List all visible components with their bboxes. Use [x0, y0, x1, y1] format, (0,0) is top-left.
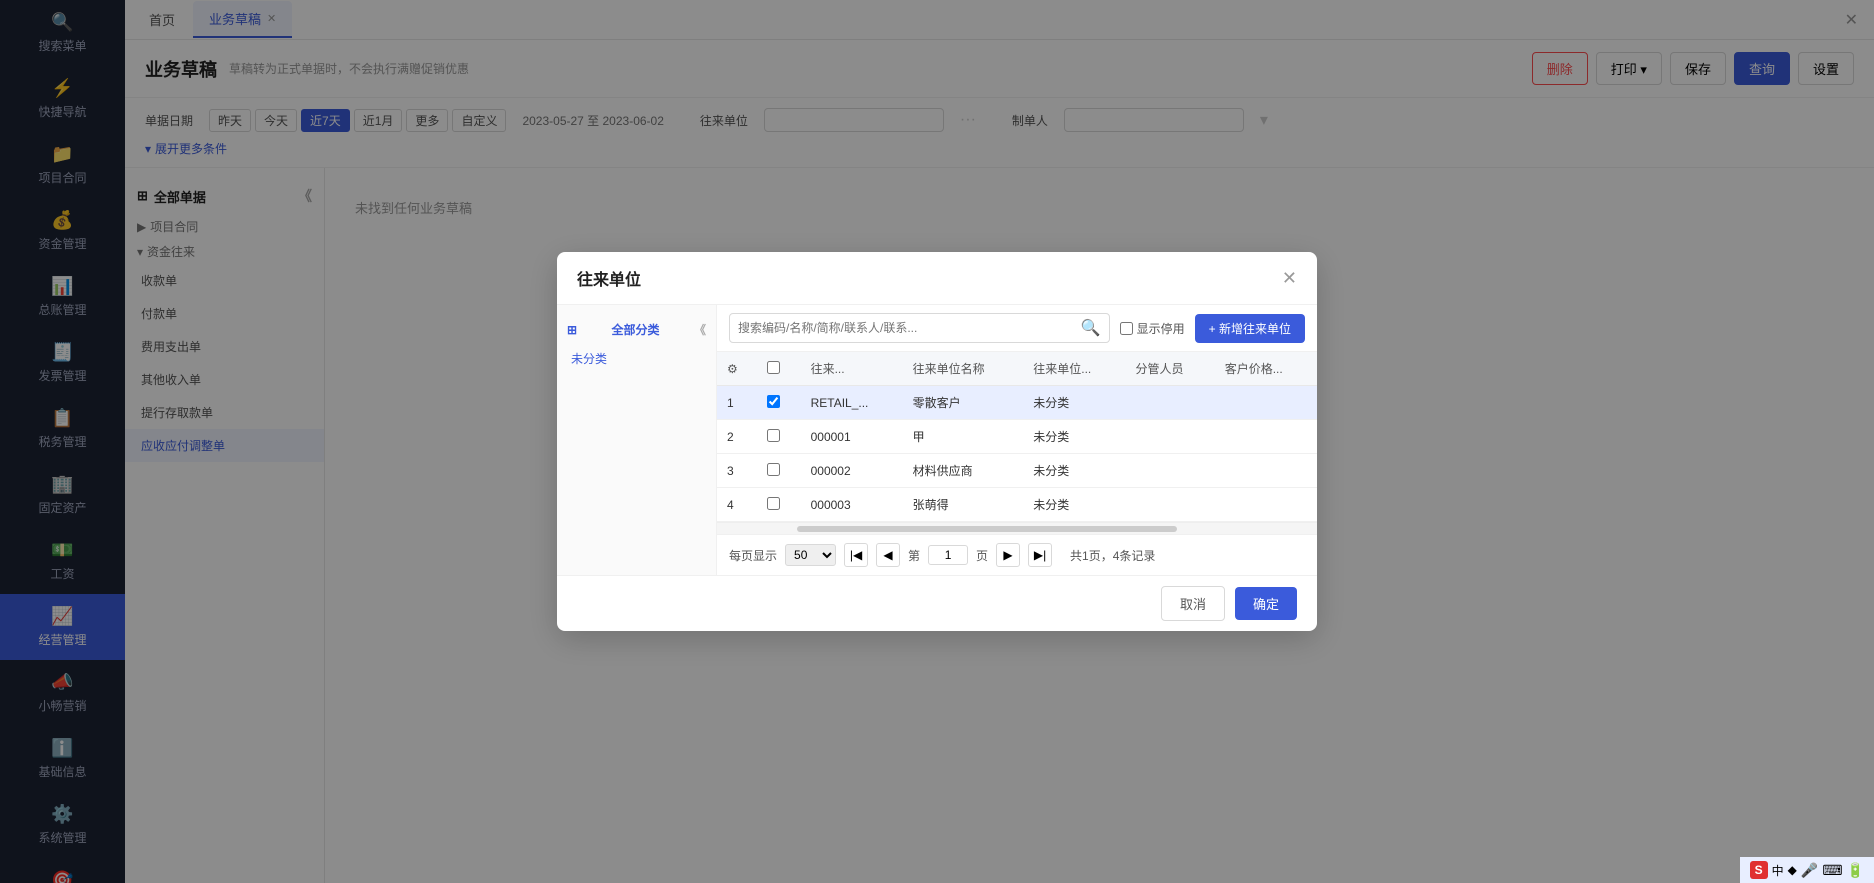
dialog-toolbar: 🔍 显示停用 + 新增往来单位	[717, 305, 1317, 352]
next-page-btn[interactable]: ▶	[996, 543, 1020, 567]
scrollbar-thumb[interactable]	[797, 526, 1177, 532]
show-disabled-label: 显示停用	[1120, 320, 1185, 337]
row-check[interactable]	[757, 386, 800, 420]
col-settings: ⚙	[717, 352, 757, 386]
status-bar: S 中 ◆ 🎤 ⌨ 🔋	[1740, 857, 1874, 883]
overlay: 往来单位 ✕ ⊞ 全部分类 《 未分类 🔍	[0, 0, 1874, 883]
row-manager	[1126, 454, 1215, 488]
row-code: 000003	[801, 488, 903, 522]
row-category: 未分类	[1023, 420, 1125, 454]
last-page-btn[interactable]: ▶|	[1028, 543, 1052, 567]
show-disabled-text: 显示停用	[1137, 320, 1185, 337]
per-page-label: 每页显示	[729, 547, 777, 564]
prev-page-btn[interactable]: ◀	[876, 543, 900, 567]
row-check[interactable]	[757, 488, 800, 522]
dialog-sidebar: ⊞ 全部分类 《 未分类	[557, 305, 717, 575]
dialog-header: 往来单位 ✕	[557, 252, 1317, 305]
row-category: 未分类	[1023, 454, 1125, 488]
dialog-sidebar-header: ⊞ 全部分类 《	[557, 315, 716, 344]
first-page-btn[interactable]: |◀	[844, 543, 868, 567]
row-num: 3	[717, 454, 757, 488]
page-number-input[interactable]: 1	[928, 545, 968, 565]
confirm-button[interactable]: 确定	[1235, 587, 1297, 620]
col-name: 往来单位名称	[903, 352, 1024, 386]
row-manager	[1126, 488, 1215, 522]
col-category: 往来单位...	[1023, 352, 1125, 386]
search-box: 🔍	[729, 313, 1110, 343]
col-manager: 分管人员	[1126, 352, 1215, 386]
row-price	[1215, 420, 1317, 454]
show-disabled-checkbox[interactable]	[1120, 322, 1133, 335]
row-name: 张萌得	[903, 488, 1024, 522]
dialog-main: 🔍 显示停用 + 新增往来单位 ⚙	[717, 305, 1317, 575]
row-manager	[1126, 420, 1215, 454]
total-records: 共1页，4条记录	[1070, 547, 1155, 564]
row-check[interactable]	[757, 420, 800, 454]
row-category: 未分类	[1023, 386, 1125, 420]
col-price: 客户价格...	[1215, 352, 1317, 386]
row-price	[1215, 386, 1317, 420]
scrollbar-area	[717, 522, 1317, 534]
dialog-sidebar-unclassified[interactable]: 未分类	[557, 344, 716, 373]
mic-icon[interactable]: 🎤	[1801, 862, 1818, 879]
table-row[interactable]: 1 RETAIL_... 零散客户 未分类	[717, 386, 1317, 420]
party-table: ⚙ 往来... 往来单位名称 往来单位... 分管人员 客户价格... 1	[717, 352, 1317, 522]
table-row[interactable]: 2 000001 甲 未分类	[717, 420, 1317, 454]
row-name: 材料供应商	[903, 454, 1024, 488]
cancel-button[interactable]: 取消	[1161, 586, 1225, 621]
keyboard-icon[interactable]: ⌨	[1822, 862, 1842, 879]
row-name: 零散客户	[903, 386, 1024, 420]
dialog-party: 往来单位 ✕ ⊞ 全部分类 《 未分类 🔍	[557, 252, 1317, 631]
row-category: 未分类	[1023, 488, 1125, 522]
row-check[interactable]	[757, 454, 800, 488]
brand-icon: S	[1750, 861, 1768, 879]
diamond-icon: ◆	[1788, 863, 1797, 877]
row-name: 甲	[903, 420, 1024, 454]
col-code: 往来...	[801, 352, 903, 386]
row-num: 4	[717, 488, 757, 522]
search-icon: 🔍	[1081, 318, 1101, 338]
select-all-checkbox[interactable]	[767, 361, 780, 374]
row-manager	[1126, 386, 1215, 420]
per-page-select[interactable]: 50 100 200	[785, 544, 836, 566]
search-input[interactable]	[738, 321, 1075, 335]
row-num: 2	[717, 420, 757, 454]
dialog-body: ⊞ 全部分类 《 未分类 🔍 显示停用	[557, 305, 1317, 575]
dialog-pagination: 每页显示 50 100 200 |◀ ◀ 第 1 页 ▶ ▶| 共1页，4条记录	[717, 534, 1317, 575]
row-price	[1215, 488, 1317, 522]
dialog-table: ⚙ 往来... 往来单位名称 往来单位... 分管人员 客户价格... 1	[717, 352, 1317, 522]
table-row[interactable]: 3 000002 材料供应商 未分类	[717, 454, 1317, 488]
page-go-label: 第	[908, 547, 920, 564]
row-price	[1215, 454, 1317, 488]
page-label: 页	[976, 547, 988, 564]
dialog-footer: 取消 确定	[557, 575, 1317, 631]
row-code: 000001	[801, 420, 903, 454]
row-code: 000002	[801, 454, 903, 488]
row-num: 1	[717, 386, 757, 420]
add-party-button[interactable]: + 新增往来单位	[1195, 314, 1305, 343]
dialog-close-icon[interactable]: ✕	[1282, 268, 1297, 289]
grid-icon-small: ⊞	[567, 323, 577, 337]
settings-icon[interactable]: ⚙	[727, 362, 738, 376]
collapse-dialog-icon[interactable]: 《	[694, 321, 706, 338]
dialog-title: 往来单位	[577, 266, 641, 290]
lang-icon[interactable]: 中	[1772, 862, 1784, 879]
row-code: RETAIL_...	[801, 386, 903, 420]
col-check	[757, 352, 800, 386]
dialog-sidebar-title: 全部分类	[612, 321, 660, 338]
battery-icon: 🔋	[1847, 862, 1864, 879]
table-row[interactable]: 4 000003 张萌得 未分类	[717, 488, 1317, 522]
